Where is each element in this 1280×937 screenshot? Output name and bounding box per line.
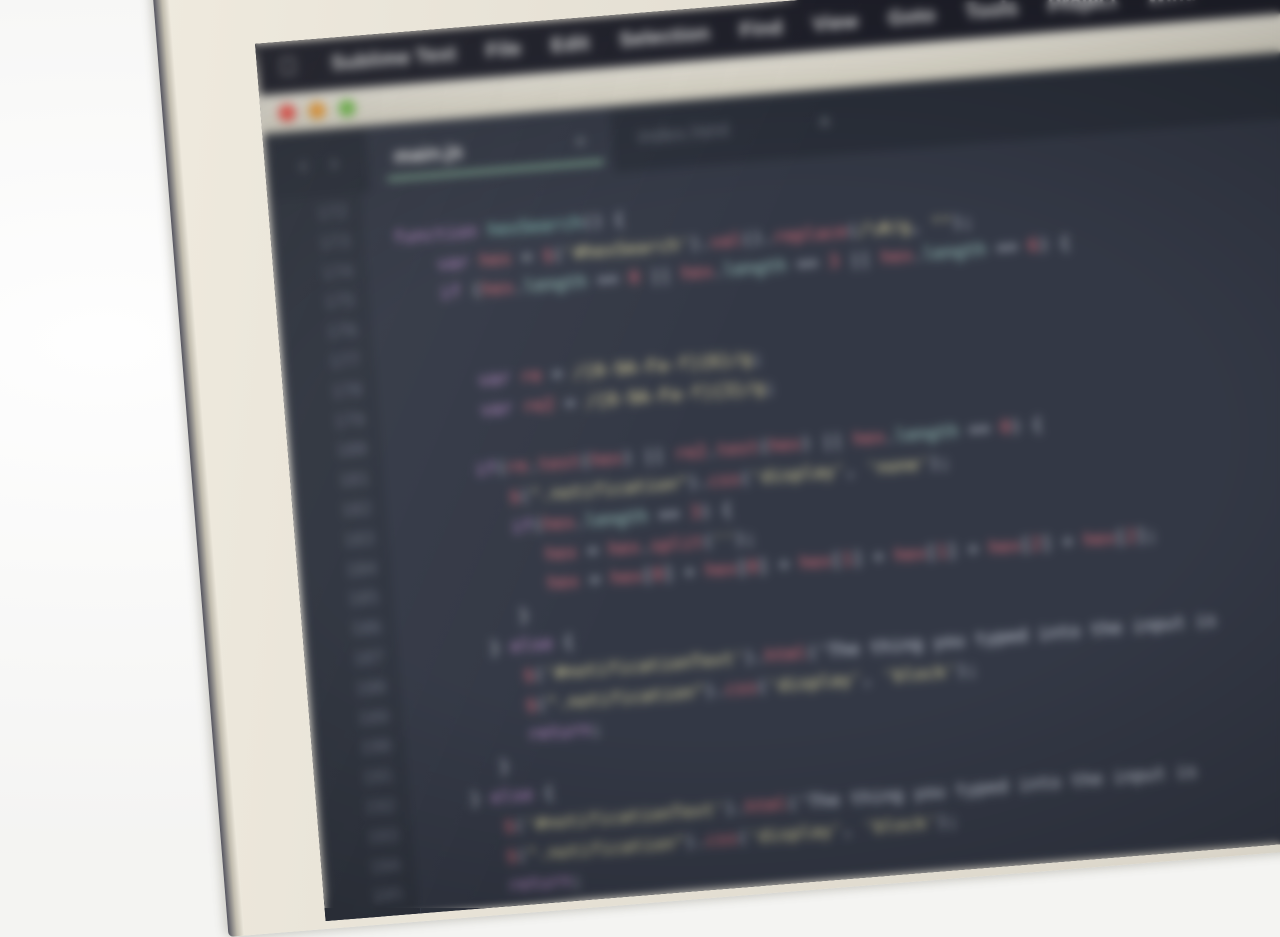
code-editor[interactable]: 172 173 174 175 176 177 178 179 180 181 182 183 184 1… [267,103,1280,922]
tab-label: main.js [393,140,464,168]
close-button[interactable] [278,103,297,122]
chevron-right-icon[interactable]: › [328,146,339,178]
menubar-item-edit[interactable]: Edit [550,32,590,58]
menubar-item-find[interactable]: Find [739,16,784,42]
photo-background:  Sublime Text File Edit Selection Find … [0,0,1280,937]
code-line[interactable]: var color1 = '#60FFFF'; [454,909,1280,921]
menubar-item-goto[interactable]: Goto [887,4,936,31]
menubar-item-project[interactable]: Project [1047,0,1118,18]
code-content[interactable]: function hexSearch() { var hex = $('#hex… [363,103,1280,921]
menubar-item-window[interactable]: Window [1146,0,1225,10]
minimize-button[interactable] [307,100,327,120]
menubar-item-file[interactable]: File [485,37,522,63]
laptop-bezel:  Sublime Text File Edit Selection Find … [150,0,1280,937]
chevron-left-icon[interactable]: ‹ [298,149,309,181]
apple-icon[interactable]:  [278,53,298,81]
menubar-item-help[interactable]: Help [1253,0,1280,1]
tab-label: index.html [637,118,730,148]
menubar-item-selection[interactable]: Selection [618,22,710,52]
tab-close-icon[interactable]: × [574,130,587,154]
tab-close-icon[interactable]: × [818,110,831,134]
menubar-item-view[interactable]: View [812,10,860,37]
tab-nav-arrows: ‹ › [264,144,369,183]
menubar-item-tools[interactable]: Tools [965,0,1020,24]
laptop-bezel-edge [150,0,245,937]
zoom-button[interactable] [337,98,357,117]
menubar-item-app-name[interactable]: Sublime Text [330,42,457,75]
laptop-screen:  Sublime Text File Edit Selection Find … [255,0,1280,922]
